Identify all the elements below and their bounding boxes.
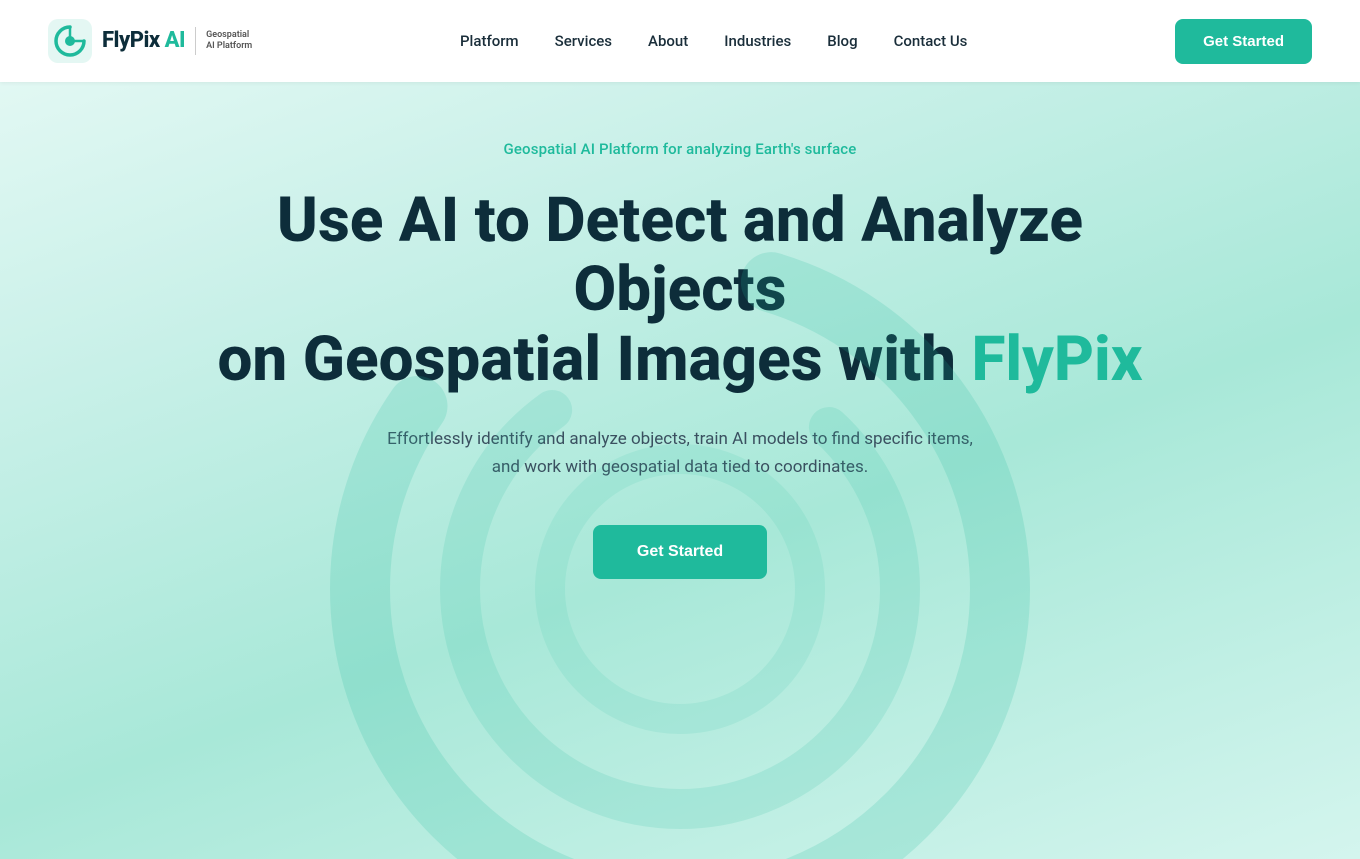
hero-title-line2-prefix: on Geospatial Images with bbox=[218, 323, 957, 396]
hero-subtitle: Effortlessly identify and analyze object… bbox=[387, 426, 973, 480]
logo[interactable]: FlyPix AI Geospatial AI Platform bbox=[48, 19, 252, 63]
hero-subtitle-line2: and work with geospatial data tied to co… bbox=[492, 457, 868, 477]
hero-get-started-button[interactable]: Get Started bbox=[593, 525, 767, 579]
hero-tagline: Geospatial AI Platform for analyzing Ear… bbox=[504, 140, 857, 158]
logo-sub-line1: Geospatial bbox=[206, 30, 252, 41]
site-header: FlyPix AI Geospatial AI Platform Platfor… bbox=[0, 0, 1360, 82]
nav-item-platform[interactable]: Platform bbox=[460, 32, 519, 50]
logo-sub-line2: AI Platform bbox=[206, 41, 252, 52]
hero-title-highlight: FlyPix bbox=[971, 323, 1142, 396]
logo-text: FlyPix AI Geospatial AI Platform bbox=[102, 27, 252, 55]
hero-title-line1: Use AI to Detect and Analyze Objects bbox=[277, 184, 1083, 326]
header-get-started-button[interactable]: Get Started bbox=[1175, 19, 1312, 64]
nav-item-services[interactable]: Services bbox=[555, 32, 612, 50]
logo-icon bbox=[48, 19, 92, 63]
nav-item-blog[interactable]: Blog bbox=[827, 32, 857, 50]
hero-section: Geospatial AI Platform for analyzing Ear… bbox=[0, 0, 1360, 859]
nav-item-contact[interactable]: Contact Us bbox=[894, 32, 968, 50]
logo-brand: FlyPix AI bbox=[102, 29, 185, 53]
nav-item-industries[interactable]: Industries bbox=[724, 32, 791, 50]
main-nav: Platform Services About Industries Blog … bbox=[460, 32, 967, 50]
nav-item-about[interactable]: About bbox=[648, 32, 688, 50]
hero-title: Use AI to Detect and Analyze Objects on … bbox=[180, 186, 1180, 394]
hero-subtitle-line1: Effortlessly identify and analyze object… bbox=[387, 429, 973, 449]
